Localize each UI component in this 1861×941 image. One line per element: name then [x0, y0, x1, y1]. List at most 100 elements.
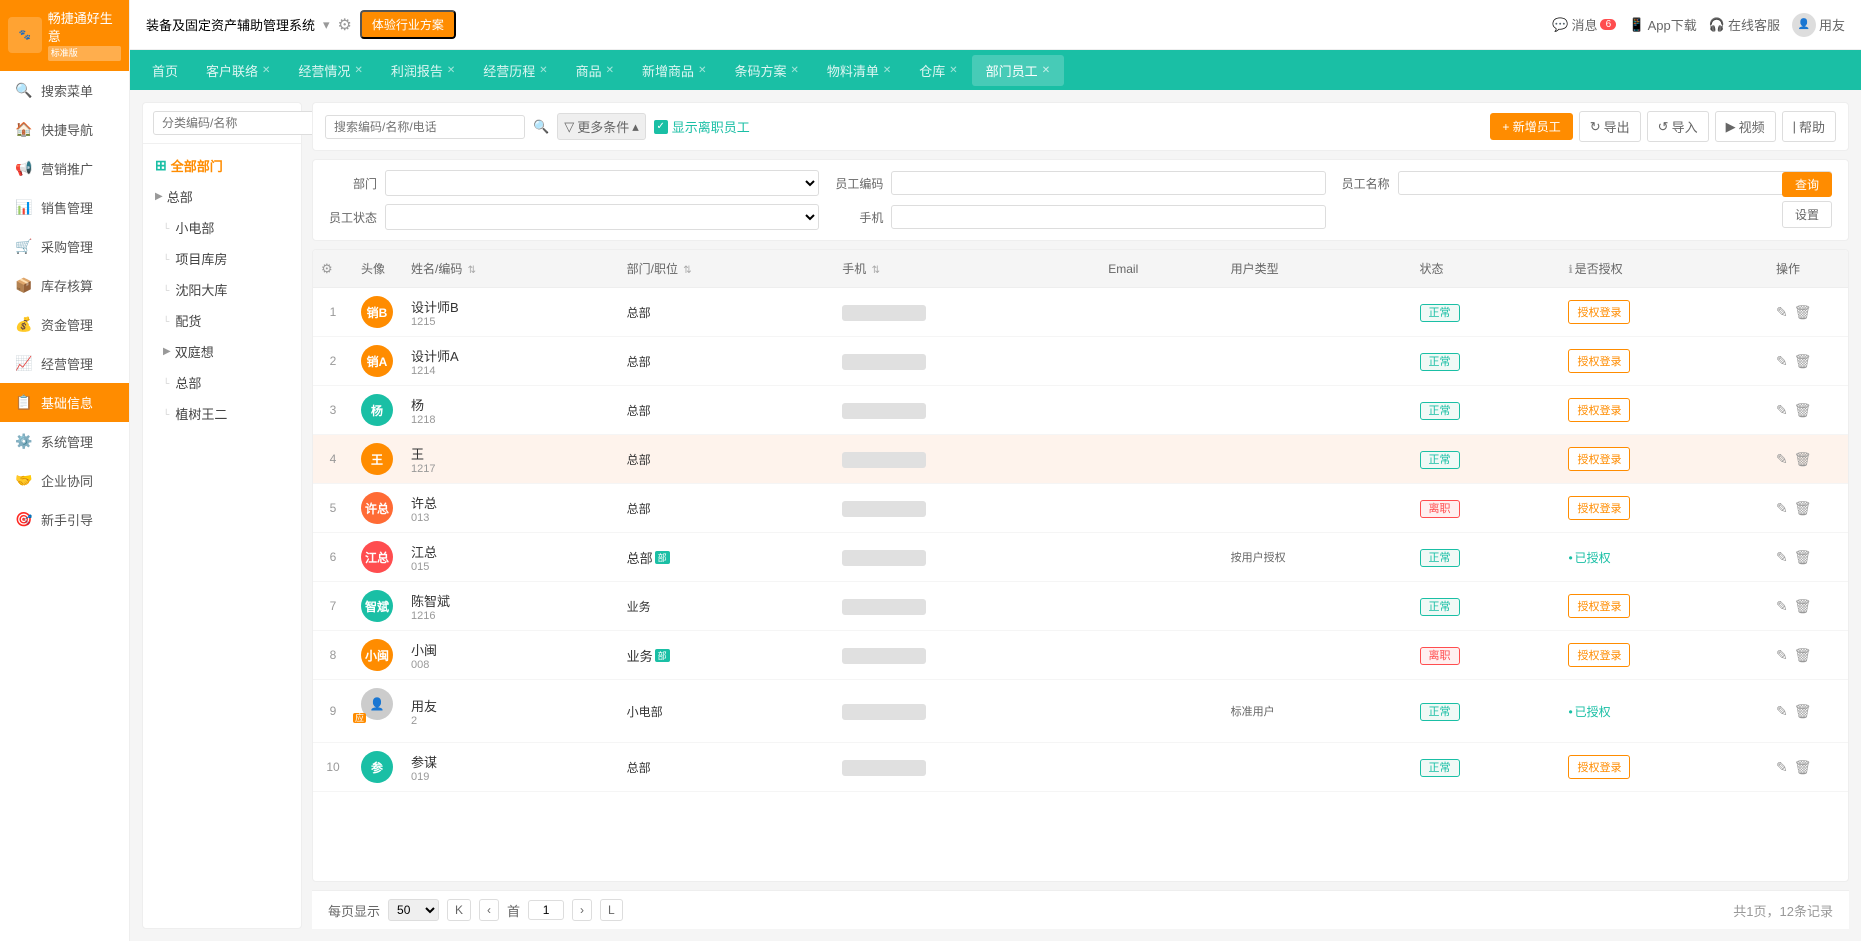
dept-item-6[interactable]: └总部: [143, 367, 301, 398]
per-page-select[interactable]: 50 100: [388, 899, 439, 921]
tab-close-5[interactable]: ✕: [606, 65, 614, 76]
query-btn[interactable]: 查询: [1782, 172, 1832, 197]
experience-btn[interactable]: 体验行业方案: [360, 10, 456, 39]
tab-close-2[interactable]: ✕: [354, 65, 362, 76]
nav-tab-10[interactable]: 部门员工✕: [972, 55, 1064, 86]
prev-page-btn[interactable]: ‹: [479, 899, 499, 921]
sidebar-item-sales[interactable]: 📊销售管理: [0, 188, 129, 227]
delete-icon-4[interactable]: 🗑: [1794, 500, 1812, 517]
online-service-btn[interactable]: 🎧 在线客服: [1709, 15, 1780, 34]
dept-item-2[interactable]: └项目库房: [143, 243, 301, 274]
edit-icon-6[interactable]: ✎: [1776, 598, 1788, 615]
dept-item-5[interactable]: ▶ 双庭想: [143, 336, 301, 367]
nav-tab-1[interactable]: 客户联络✕: [192, 55, 284, 86]
nav-tab-0[interactable]: 首页: [138, 55, 192, 86]
last-page-btn[interactable]: L: [600, 899, 623, 921]
auth-btn-3[interactable]: 授权登录: [1568, 447, 1630, 471]
nav-tab-8[interactable]: 物料清单✕: [813, 55, 905, 86]
delete-icon-8[interactable]: 🗑: [1794, 703, 1812, 720]
sidebar-item-finance[interactable]: 💰资金管理: [0, 305, 129, 344]
show-resigned-toggle[interactable]: ✓ 显示离职员工: [654, 117, 750, 136]
tab-close-7[interactable]: ✕: [790, 65, 798, 76]
resigned-checkbox[interactable]: ✓: [654, 120, 668, 134]
edit-icon-8[interactable]: ✎: [1776, 703, 1788, 720]
nav-tab-2[interactable]: 经营情况✕: [284, 55, 376, 86]
col-settings-icon[interactable]: ⚙: [321, 261, 333, 276]
auth-btn-1[interactable]: 授权登录: [1568, 349, 1630, 373]
empstatus-filter-select[interactable]: [385, 204, 819, 230]
dept-filter-select[interactable]: [385, 170, 819, 196]
sidebar-item-collab[interactable]: 🤝企业协同: [0, 461, 129, 500]
sidebar-item-operations[interactable]: 📈经营管理: [0, 344, 129, 383]
nav-tab-9[interactable]: 仓库✕: [905, 55, 971, 86]
delete-icon-1[interactable]: 🗑: [1794, 353, 1812, 370]
tab-close-3[interactable]: ✕: [447, 65, 455, 76]
edit-icon-4[interactable]: ✎: [1776, 500, 1788, 517]
phone-sort-icon[interactable]: ⇅: [872, 265, 880, 276]
dept-search-input[interactable]: [153, 111, 326, 135]
tab-close-6[interactable]: ✕: [698, 65, 706, 76]
export-btn[interactable]: ↻ 导出: [1579, 111, 1641, 142]
auth-btn-7[interactable]: 授权登录: [1568, 643, 1630, 667]
delete-icon-2[interactable]: 🗑: [1794, 402, 1812, 419]
nav-tab-5[interactable]: 商品✕: [562, 55, 628, 86]
search-submit-btn[interactable]: 🔍: [533, 119, 549, 135]
filter-more-btn[interactable]: ▽ 更多条件 ▴: [557, 113, 646, 140]
phone-filter-input[interactable]: [891, 205, 1325, 229]
nav-tab-3[interactable]: 利润报告✕: [377, 55, 469, 86]
edit-icon-5[interactable]: ✎: [1776, 549, 1788, 566]
next-page-btn[interactable]: ›: [572, 899, 592, 921]
current-page-input[interactable]: [528, 900, 564, 920]
dept-item-0[interactable]: ▶ 总部: [143, 181, 301, 212]
title-dropdown-icon[interactable]: ▾: [323, 17, 330, 33]
auth-btn-2[interactable]: 授权登录: [1568, 398, 1630, 422]
delete-icon-9[interactable]: 🗑: [1794, 759, 1812, 776]
empcode-filter-input[interactable]: [891, 171, 1325, 195]
first-page-btn[interactable]: K: [447, 899, 471, 921]
nav-tab-6[interactable]: 新增商品✕: [628, 55, 720, 86]
dept-item-7[interactable]: └植树王二: [143, 398, 301, 429]
import-btn[interactable]: ↺ 导入: [1647, 111, 1709, 142]
dept-item-4[interactable]: └配货: [143, 305, 301, 336]
edit-icon-9[interactable]: ✎: [1776, 759, 1788, 776]
tab-close-4[interactable]: ✕: [539, 65, 547, 76]
dept-item-1[interactable]: └小电部: [143, 212, 301, 243]
dept-sort-icon[interactable]: ⇅: [683, 265, 691, 276]
auth-btn-4[interactable]: 授权登录: [1568, 496, 1630, 520]
sidebar-item-basic[interactable]: 📋基础信息: [0, 383, 129, 422]
set-btn[interactable]: 设置: [1782, 201, 1832, 228]
sidebar-item-inventory[interactable]: 📦库存核算: [0, 266, 129, 305]
dept-all[interactable]: ⊞ 全部部门: [143, 150, 301, 181]
dept-item-3[interactable]: └沈阳大库: [143, 274, 301, 305]
nav-tab-4[interactable]: 经营历程✕: [469, 55, 561, 86]
user-btn[interactable]: 👤 用友: [1792, 13, 1845, 37]
sidebar-item-system[interactable]: ⚙️系统管理: [0, 422, 129, 461]
help-btn[interactable]: | 帮助: [1782, 111, 1836, 142]
auth-btn-6[interactable]: 授权登录: [1568, 594, 1630, 618]
sidebar-item-quicknav[interactable]: 🏠快捷导航: [0, 110, 129, 149]
sidebar-item-purchase[interactable]: 🛒采购管理: [0, 227, 129, 266]
edit-icon-7[interactable]: ✎: [1776, 647, 1788, 664]
settings-icon[interactable]: ⚙: [338, 15, 352, 35]
delete-icon-5[interactable]: 🗑: [1794, 549, 1812, 566]
edit-icon-3[interactable]: ✎: [1776, 451, 1788, 468]
delete-icon-0[interactable]: 🗑: [1794, 304, 1812, 321]
delete-icon-6[interactable]: 🗑: [1794, 598, 1812, 615]
tab-close-1[interactable]: ✕: [262, 65, 270, 76]
add-employee-btn[interactable]: + 新增员工: [1490, 113, 1572, 140]
tab-close-9[interactable]: ✕: [949, 65, 957, 76]
edit-icon-2[interactable]: ✎: [1776, 402, 1788, 419]
sidebar-item-guide[interactable]: 🎯新手引导: [0, 500, 129, 539]
edit-icon-1[interactable]: ✎: [1776, 353, 1788, 370]
view-btn[interactable]: ▶ 视频: [1715, 111, 1776, 142]
empname-filter-input[interactable]: [1398, 171, 1832, 195]
message-btn[interactable]: 💬 消息 6: [1552, 15, 1616, 34]
delete-icon-3[interactable]: 🗑: [1794, 451, 1812, 468]
app-download-btn[interactable]: 📱 App下载: [1628, 15, 1696, 34]
auth-btn-9[interactable]: 授权登录: [1568, 755, 1630, 779]
tab-close-8[interactable]: ✕: [883, 65, 891, 76]
name-sort-icon[interactable]: ⇅: [468, 265, 476, 276]
tab-close-10[interactable]: ✕: [1042, 65, 1050, 76]
delete-icon-7[interactable]: 🗑: [1794, 647, 1812, 664]
sidebar-item-search[interactable]: 🔍搜索菜单: [0, 71, 129, 110]
